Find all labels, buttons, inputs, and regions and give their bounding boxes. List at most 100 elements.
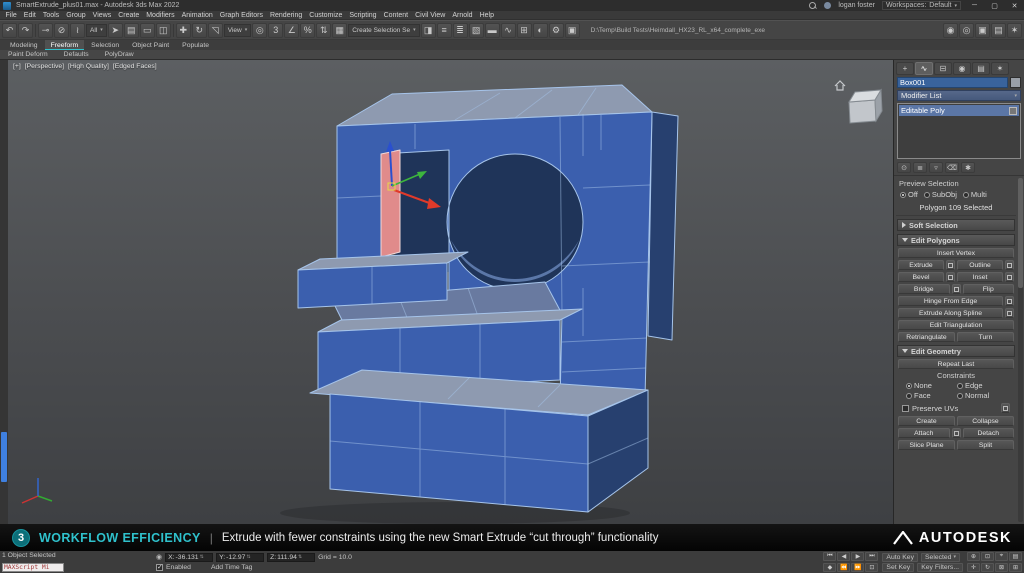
render-setup-icon[interactable]: ⚙ (549, 23, 564, 38)
create-button[interactable]: Create (898, 416, 955, 426)
retriangulate-button[interactable]: Retriangulate (898, 332, 955, 342)
ribbon-tab[interactable]: Populate (176, 40, 215, 50)
z-coordinate-field[interactable]: Z: 111.94 ⇅ (267, 553, 315, 562)
menu-item[interactable]: Create (115, 12, 143, 19)
selection-filter-dropdown[interactable]: All ▾ (86, 24, 107, 37)
time-config-icon[interactable]: ⊡ (865, 563, 878, 572)
unlink-selection-icon[interactable]: ⊘ (54, 23, 69, 38)
schematic-view-icon[interactable]: ⊞ (517, 23, 532, 38)
rewind-icon[interactable]: ⏪ (837, 563, 850, 572)
outline-button[interactable]: Outline (957, 260, 1003, 270)
curve-editor-icon[interactable]: ∿ (501, 23, 516, 38)
create-tab[interactable]: + (896, 62, 914, 75)
modifier-list-dropdown[interactable]: Modifier List ▾ (897, 90, 1021, 101)
modify-tab[interactable]: ∿ (915, 62, 933, 75)
key-filters-button[interactable]: Key Filters... (917, 563, 963, 572)
menu-item[interactable]: File (2, 12, 20, 19)
use-pivot-center-icon[interactable]: ◎ (252, 23, 267, 38)
display-tab[interactable]: ▤ (972, 62, 990, 75)
fast-forward-icon[interactable]: ⏩ (851, 563, 864, 572)
play-icon[interactable]: ▶ (851, 552, 864, 561)
repeat-last-button[interactable]: Repeat Last (898, 359, 1014, 369)
align-icon[interactable]: ≡ (437, 23, 452, 38)
modifier-stack-item[interactable]: Editable Poly (899, 105, 1019, 116)
bind-to-space-warp-icon[interactable]: ≀ (70, 23, 85, 38)
menu-item[interactable]: Animation (178, 12, 216, 19)
inset-settings-button[interactable] (1005, 272, 1014, 282)
select-and-scale-icon[interactable]: ◹ (208, 23, 223, 38)
preview-selection-radio[interactable]: SubObj (924, 190, 957, 199)
bridge-settings-button[interactable] (952, 284, 961, 294)
selection-lock-icon[interactable]: ◉ (156, 553, 162, 561)
collapse-button[interactable]: Collapse (957, 416, 1014, 426)
add-time-tag-label[interactable]: Add Time Tag (211, 564, 252, 571)
extrude-along-spline-button[interactable]: Extrude Along Spline (898, 308, 1003, 318)
scene-explorer-icon[interactable]: ≣ (453, 23, 468, 38)
render-iterative-icon[interactable]: ◎ (959, 23, 974, 38)
previous-frame-icon[interactable]: ◀ (837, 552, 850, 561)
menu-item[interactable]: Tools (39, 12, 62, 19)
viewport-layout-tab[interactable] (1, 432, 7, 482)
hinge-settings-button[interactable] (1005, 296, 1014, 306)
redo-icon[interactable]: ↷ (18, 23, 33, 38)
select-by-name-icon[interactable]: ▤ (124, 23, 139, 38)
scrollbar-thumb[interactable] (1018, 178, 1023, 288)
enabled-checkbox[interactable] (156, 564, 163, 571)
zoom-icon[interactable]: ⊕ (967, 552, 980, 561)
insert-vertex-button[interactable]: Insert Vertex (898, 248, 1014, 258)
maximize-viewport-icon[interactable]: ⊞ (1009, 563, 1022, 572)
flip-button[interactable]: Flip (963, 284, 1015, 294)
spinner-icon[interactable]: ⇅ (298, 554, 302, 560)
workspaces-dropdown[interactable]: Workspaces: Default ▾ (882, 1, 961, 10)
render-last-icon[interactable]: ✶ (1007, 23, 1022, 38)
menu-item[interactable]: Edit (20, 12, 39, 19)
make-unique-icon[interactable]: ▿ (929, 162, 943, 173)
menu-item[interactable]: Arnold (449, 12, 476, 19)
zoom-extents-icon[interactable]: ⊡ (981, 552, 994, 561)
bevel-settings-button[interactable] (946, 272, 955, 282)
bridge-button[interactable]: Bridge (898, 284, 950, 294)
signed-in-user[interactable]: logan foster (838, 2, 875, 9)
ribbon-panel-title[interactable]: Paint Deform (8, 51, 48, 58)
pin-stack-icon[interactable]: ⊙ (897, 162, 911, 173)
maxscript-mini-listener[interactable]: MAXScript Mi (2, 563, 64, 572)
menu-item[interactable]: Graph Editors (216, 12, 266, 19)
perspective-viewport[interactable]: [+][Perspective][High Quality][Edged Fac… (8, 60, 893, 524)
hinge-from-edge-button[interactable]: Hinge From Edge (898, 296, 1003, 306)
render-production-icon[interactable]: ◉ (943, 23, 958, 38)
edit-triangulation-button[interactable]: Edit Triangulation (898, 320, 1014, 330)
auto-key-button[interactable]: Auto Key (882, 553, 918, 562)
spinner-icon[interactable]: ⇅ (246, 554, 250, 560)
zoom-region-icon[interactable]: ⌖ (995, 552, 1008, 561)
ribbon-tab[interactable]: Selection (85, 40, 125, 50)
preview-selection-radio[interactable]: Multi (963, 190, 987, 199)
select-object-icon[interactable]: ➤ (108, 23, 123, 38)
utilities-tab[interactable]: ✶ (991, 62, 1009, 75)
rollout-edit-polygons[interactable]: Edit Polygons (897, 234, 1015, 246)
constraint-radio[interactable]: Edge (957, 381, 1006, 390)
ribbon-panel-title[interactable]: Defaults (64, 51, 89, 58)
app-icon[interactable] (3, 2, 11, 10)
window-crossing-icon[interactable]: ◫ (156, 23, 171, 38)
menu-item[interactable]: Content (380, 12, 412, 19)
spinner-snap-icon[interactable]: ⇅ (316, 23, 331, 38)
show-end-result-icon[interactable]: ≣ (913, 162, 927, 173)
minimize-button[interactable]: ─ (968, 2, 981, 9)
outline-settings-button[interactable] (1005, 260, 1014, 270)
key-mode-icon[interactable]: ◆ (823, 563, 836, 572)
mirror-icon[interactable]: ◨ (421, 23, 436, 38)
ribbon-tab[interactable]: Freeform (45, 40, 85, 50)
viewport-menu-item[interactable]: [Perspective] (25, 63, 64, 70)
snap-toggle-3d-icon[interactable]: 3 (268, 23, 283, 38)
slice-plane-button[interactable]: Slice Plane (898, 440, 955, 450)
percent-snap-icon[interactable]: % (300, 23, 315, 38)
orbit-icon[interactable]: ↻ (981, 563, 994, 572)
field-of-view-icon[interactable]: ▤ (1009, 552, 1022, 561)
close-button[interactable]: ✕ (1008, 2, 1021, 10)
constraint-radio[interactable]: Normal (957, 391, 1006, 400)
object-name-field[interactable]: Box001 (897, 77, 1008, 88)
edit-named-selections-icon[interactable]: ▦ (332, 23, 347, 38)
render-region-icon[interactable]: ▤ (991, 23, 1006, 38)
configure-modifier-sets-icon[interactable]: ✱ (961, 162, 975, 173)
select-and-rotate-icon[interactable]: ↻ (192, 23, 207, 38)
